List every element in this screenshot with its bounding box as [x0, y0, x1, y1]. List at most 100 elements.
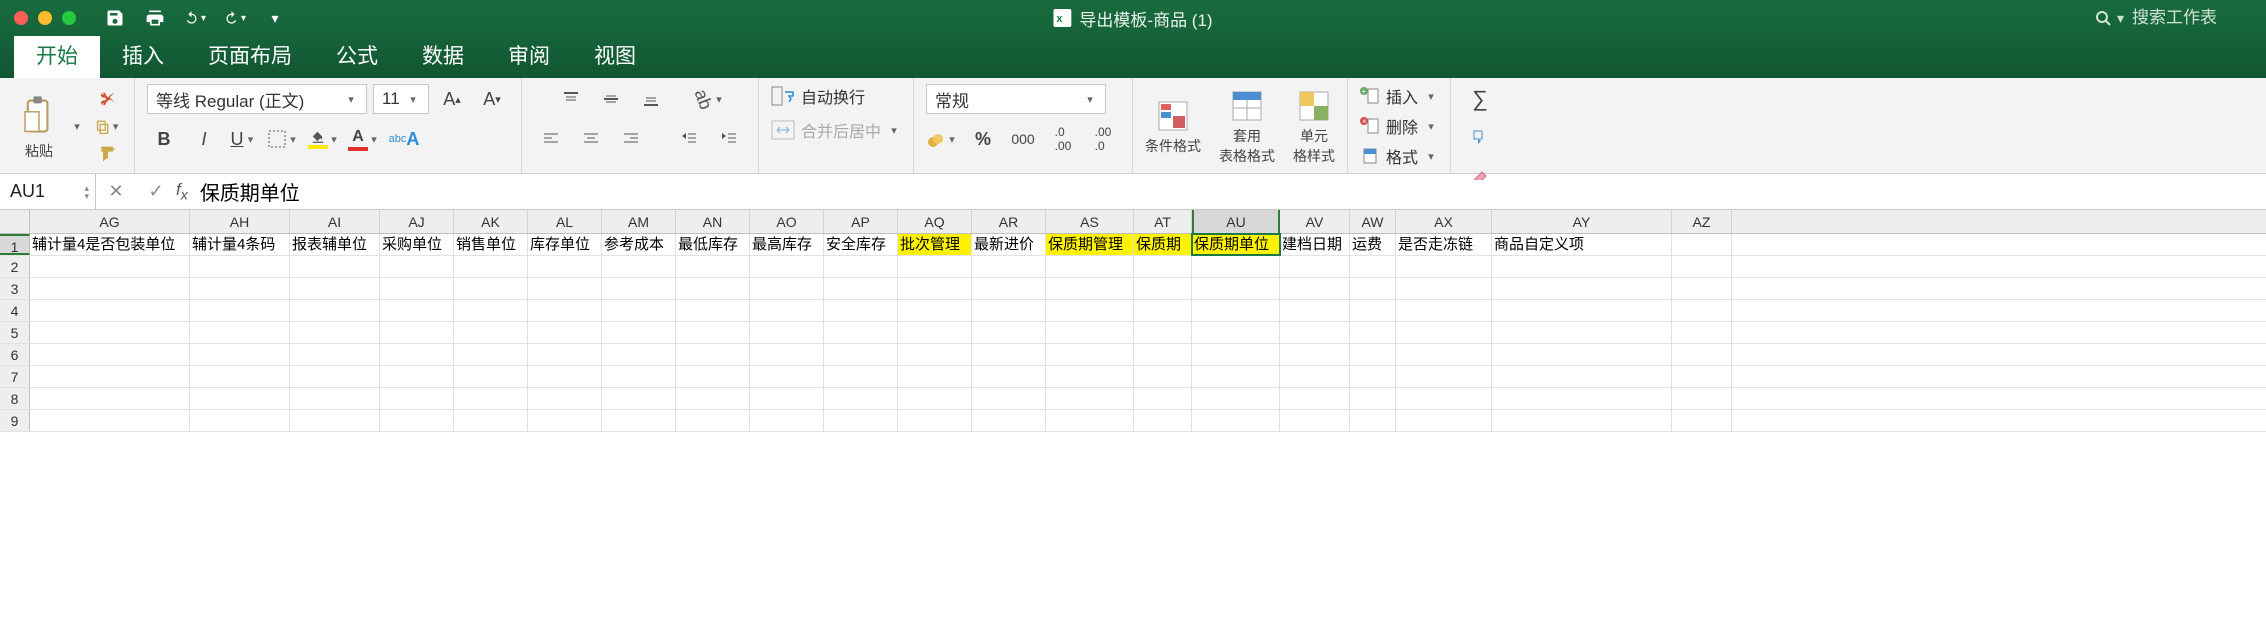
format-cells-button[interactable]: 格式▾ [1360, 144, 1438, 168]
cell-AX7[interactable] [1396, 366, 1492, 387]
cell-AN9[interactable] [676, 410, 750, 431]
increase-indent-icon[interactable] [712, 124, 746, 154]
cell-AZ5[interactable] [1672, 322, 1732, 343]
cell-AO7[interactable] [750, 366, 824, 387]
align-top-icon[interactable] [554, 84, 588, 114]
comma-button[interactable]: 000 [1006, 124, 1040, 154]
cell-styles-button[interactable]: 单元 格样式 [1293, 88, 1335, 166]
cell-AU7[interactable] [1192, 366, 1280, 387]
insert-cells-button[interactable]: + 插入▾ [1360, 84, 1438, 108]
cell-AX8[interactable] [1396, 388, 1492, 409]
column-header-AM[interactable]: AM [602, 210, 676, 233]
cell-AK9[interactable] [454, 410, 528, 431]
cell-AV5[interactable] [1280, 322, 1350, 343]
cell-AX6[interactable] [1396, 344, 1492, 365]
cell-AG7[interactable] [30, 366, 190, 387]
cell-AK3[interactable] [454, 278, 528, 299]
cell-AQ2[interactable] [898, 256, 972, 277]
cell-AI6[interactable] [290, 344, 380, 365]
cell-AP4[interactable] [824, 300, 898, 321]
cell-AJ3[interactable] [380, 278, 454, 299]
italic-button[interactable]: I [187, 124, 221, 154]
cell-AS1[interactable]: 保质期管理 [1046, 234, 1134, 255]
cell-AY2[interactable] [1492, 256, 1672, 277]
column-header-AU[interactable]: AU [1192, 210, 1280, 233]
cell-AV1[interactable]: 建档日期 [1280, 234, 1350, 255]
cell-AW9[interactable] [1350, 410, 1396, 431]
number-format-select[interactable]: 常规▾ [926, 84, 1106, 114]
cell-AJ2[interactable] [380, 256, 454, 277]
enter-formula-icon[interactable]: ✓ [136, 181, 176, 202]
cell-AU1[interactable]: 保质期单位 [1192, 234, 1280, 255]
tab-插入[interactable]: 插入 [100, 32, 186, 78]
cell-AI8[interactable] [290, 388, 380, 409]
column-header-AT[interactable]: AT [1134, 210, 1192, 233]
cell-AY6[interactable] [1492, 344, 1672, 365]
cell-AN6[interactable] [676, 344, 750, 365]
phonetic-button[interactable]: abcA [387, 124, 421, 154]
cell-AR3[interactable] [972, 278, 1046, 299]
print-icon[interactable] [144, 7, 166, 29]
paste-button[interactable] [18, 93, 60, 139]
cell-AG1[interactable]: 辅计量4是否包装单位 [30, 234, 190, 255]
cell-AV7[interactable] [1280, 366, 1350, 387]
cell-AK2[interactable] [454, 256, 528, 277]
cell-AU8[interactable] [1192, 388, 1280, 409]
row-header-5[interactable]: 5 [0, 322, 30, 343]
cell-AO5[interactable] [750, 322, 824, 343]
cut-icon[interactable] [94, 87, 122, 111]
cell-AJ8[interactable] [380, 388, 454, 409]
cell-AT8[interactable] [1134, 388, 1192, 409]
cell-AV3[interactable] [1280, 278, 1350, 299]
row-header-9[interactable]: 9 [0, 410, 30, 431]
cancel-formula-icon[interactable]: ✕ [96, 181, 136, 202]
row-header-2[interactable]: 2 [0, 256, 30, 277]
increase-font-icon[interactable]: A▴ [435, 84, 469, 114]
cell-AW4[interactable] [1350, 300, 1396, 321]
cell-AJ7[interactable] [380, 366, 454, 387]
cell-AJ1[interactable]: 采购单位 [380, 234, 454, 255]
cell-AM9[interactable] [602, 410, 676, 431]
cell-AZ9[interactable] [1672, 410, 1732, 431]
cell-AH3[interactable] [190, 278, 290, 299]
font-name-select[interactable]: 等线 Regular (正文)▾ [147, 84, 367, 114]
tab-数据[interactable]: 数据 [400, 32, 486, 78]
cell-AU2[interactable] [1192, 256, 1280, 277]
column-header-AK[interactable]: AK [454, 210, 528, 233]
cell-AP5[interactable] [824, 322, 898, 343]
font-color-button[interactable]: A▾ [347, 124, 381, 154]
cell-AZ3[interactable] [1672, 278, 1732, 299]
cell-AG6[interactable] [30, 344, 190, 365]
cell-AI1[interactable]: 报表辅单位 [290, 234, 380, 255]
search-input[interactable] [2132, 8, 2252, 28]
cell-AM1[interactable]: 参考成本 [602, 234, 676, 255]
cell-AV8[interactable] [1280, 388, 1350, 409]
tab-审阅[interactable]: 审阅 [486, 32, 572, 78]
cell-AI4[interactable] [290, 300, 380, 321]
cell-AL8[interactable] [528, 388, 602, 409]
cell-AG4[interactable] [30, 300, 190, 321]
cell-AJ5[interactable] [380, 322, 454, 343]
cell-AS4[interactable] [1046, 300, 1134, 321]
cell-AZ7[interactable] [1672, 366, 1732, 387]
cell-AW5[interactable] [1350, 322, 1396, 343]
undo-icon[interactable]: ▾ [184, 7, 206, 29]
row-header-1[interactable]: 1 [0, 234, 30, 255]
cell-AL3[interactable] [528, 278, 602, 299]
bold-button[interactable]: B [147, 124, 181, 154]
cell-AN5[interactable] [676, 322, 750, 343]
fill-color-button[interactable]: ▾ [307, 124, 341, 154]
merge-center-button[interactable]: 合并后居中▾ [771, 118, 901, 142]
cell-AH6[interactable] [190, 344, 290, 365]
cell-AV4[interactable] [1280, 300, 1350, 321]
cell-AU6[interactable] [1192, 344, 1280, 365]
wrap-text-button[interactable]: 自动换行 [771, 84, 865, 108]
cell-AR8[interactable] [972, 388, 1046, 409]
cell-AS9[interactable] [1046, 410, 1134, 431]
cell-AZ8[interactable] [1672, 388, 1732, 409]
column-header-AP[interactable]: AP [824, 210, 898, 233]
cell-AZ4[interactable] [1672, 300, 1732, 321]
cell-AY1[interactable]: 商品自定义项 [1492, 234, 1672, 255]
column-header-AY[interactable]: AY [1492, 210, 1672, 233]
cell-AZ2[interactable] [1672, 256, 1732, 277]
